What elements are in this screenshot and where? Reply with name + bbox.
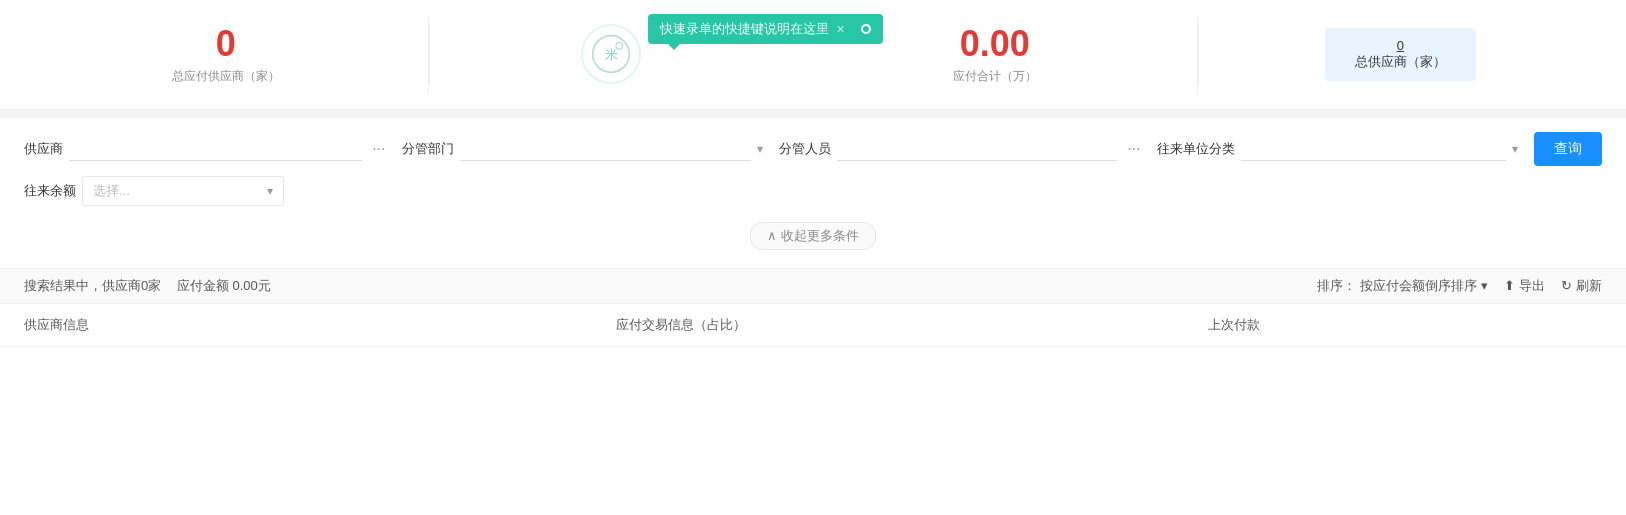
sort-label: 排序： (1317, 277, 1356, 295)
export-button[interactable]: ⬆ 导出 (1504, 277, 1545, 295)
dept-input[interactable] (460, 137, 752, 161)
table-area: 供应商信息 应付交易信息（占比） 上次付款 (0, 304, 1626, 515)
top-section: 0 总应付供应商（家） 米 快速录单的快捷键说明在这里 × 0.00 (0, 0, 1626, 110)
refresh-icon: ↻ (1561, 278, 1572, 293)
sort-button[interactable]: 排序： 按应付会额倒序排序 ▾ (1317, 277, 1488, 295)
amount-text: 应付金额 0.00元 (177, 278, 271, 293)
person-more-btn[interactable]: ··· (1127, 140, 1140, 158)
svg-text:米: 米 (605, 47, 618, 62)
collapse-button[interactable]: ∧ 收起更多条件 (750, 222, 876, 250)
sort-arrow-icon: ▾ (1481, 278, 1488, 293)
balance-dropdown-icon[interactable]: ▾ (267, 184, 273, 198)
person-filter: 分管人员 ··· (779, 137, 1141, 161)
dept-dropdown-icon[interactable]: ▾ (757, 142, 763, 156)
total-suppliers-label: 总供应商（家） (1355, 53, 1446, 71)
result-summary: 搜索结果中，供应商0家 应付金额 0.00元 (24, 277, 271, 295)
collapse-label: 收起更多条件 (781, 227, 859, 245)
tooltip-indicator (861, 24, 871, 34)
filter-row-1: 供应商 ··· 分管部门 ▾ 分管人员 ··· 往来单位分类 ▾ 查询 (24, 132, 1602, 166)
query-button[interactable]: 查询 (1534, 132, 1602, 166)
export-label: 导出 (1519, 277, 1545, 295)
unit-class-filter: 往来单位分类 ▾ (1157, 137, 1519, 161)
result-bar-actions: 排序： 按应付会额倒序排序 ▾ ⬆ 导出 ↻ 刷新 (1317, 277, 1602, 295)
logo-icon: 米 (581, 24, 641, 84)
person-input[interactable] (837, 137, 1117, 161)
dept-label: 分管部门 (402, 140, 454, 158)
sort-value: 按应付会额倒序排序 (1360, 277, 1477, 295)
collapse-bar: ∧ 收起更多条件 (24, 216, 1602, 260)
total-suppliers-value: 0 (1397, 38, 1404, 53)
collapse-chevron-icon: ∧ (767, 228, 777, 243)
total-payable-suppliers-card: 0 总应付供应商（家） (24, 16, 429, 93)
result-text: 搜索结果中，供应商0家 (24, 278, 161, 293)
supplier-filter: 供应商 ··· (24, 137, 386, 161)
person-label: 分管人员 (779, 140, 831, 158)
svg-point-2 (616, 43, 623, 50)
refresh-label: 刷新 (1576, 277, 1602, 295)
empty-table-body (0, 347, 1626, 515)
balance-placeholder: 选择... (93, 182, 130, 200)
supplier-more-btn[interactable]: ··· (372, 140, 385, 158)
total-payable-suppliers-value: 0 (216, 24, 236, 64)
export-icon: ⬆ (1504, 278, 1515, 293)
shortcut-tooltip: 快速录单的快捷键说明在这里 × (648, 14, 883, 44)
result-bar: 搜索结果中，供应商0家 应付金额 0.00元 排序： 按应付会额倒序排序 ▾ ⬆… (0, 269, 1626, 304)
total-suppliers-card: 0 总供应商（家） (1199, 20, 1603, 89)
unit-class-label: 往来单位分类 (1157, 140, 1235, 158)
col-last-payment: 上次付款 (1208, 316, 1603, 334)
total-payable-amount-label: 应付合计（万） (953, 68, 1037, 85)
unit-class-dropdown-icon[interactable]: ▾ (1512, 142, 1518, 156)
refresh-button[interactable]: ↻ 刷新 (1561, 277, 1602, 295)
filter-section: 供应商 ··· 分管部门 ▾ 分管人员 ··· 往来单位分类 ▾ 查询 往来余额 (0, 118, 1626, 269)
total-payable-suppliers-label: 总应付供应商（家） (172, 68, 280, 85)
supplier-input[interactable] (69, 137, 362, 161)
dept-filter: 分管部门 ▾ (402, 137, 764, 161)
balance-label: 往来余额 (24, 182, 76, 200)
col-transaction-info: 应付交易信息（占比） (616, 316, 1208, 334)
unit-class-input[interactable] (1241, 137, 1507, 161)
balance-filter: 往来余额 选择... ▾ (24, 176, 284, 206)
table-header: 供应商信息 应付交易信息（占比） 上次付款 (0, 304, 1626, 347)
col-supplier-info: 供应商信息 (24, 316, 616, 334)
tooltip-text: 快速录单的快捷键说明在这里 (660, 20, 829, 38)
filter-row-2: 往来余额 选择... ▾ (24, 176, 1602, 206)
balance-select[interactable]: 选择... ▾ (82, 176, 284, 206)
supplier-label: 供应商 (24, 140, 63, 158)
tooltip-close-button[interactable]: × (837, 21, 845, 37)
total-payable-amount-value: 0.00 (960, 24, 1030, 64)
